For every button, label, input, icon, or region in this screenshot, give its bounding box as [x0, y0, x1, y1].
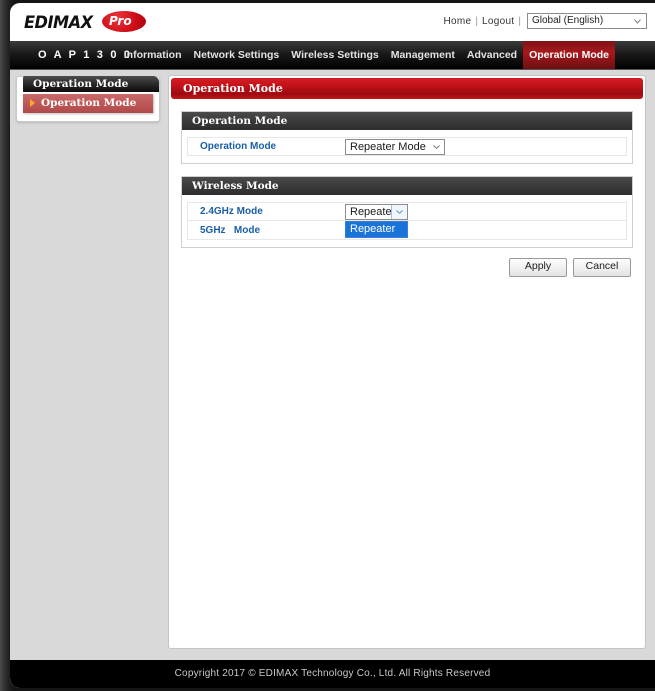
top-bar: EDIMAX Pro Home | Logout | Global (Engli…	[10, 3, 655, 41]
nav-item-network-settings[interactable]: Network Settings	[188, 41, 286, 69]
panel-wireless-mode-body: 2.4GHz Mode Repeater Repeater 5GHz Mode	[182, 195, 632, 247]
brand-name: EDIMAX	[24, 13, 93, 33]
form-actions: Apply Cancel	[181, 258, 631, 277]
wireless-24ghz-mode-select[interactable]: Repeater	[345, 203, 408, 220]
wireless-24ghz-mode-dropdown[interactable]: Repeater	[345, 220, 408, 238]
row-24ghz-mode-field: Repeater Repeater	[343, 203, 626, 238]
apply-button[interactable]: Apply	[509, 258, 567, 277]
operation-mode-select-caret[interactable]	[429, 140, 444, 154]
row-24ghz-mode: 2.4GHz Mode Repeater Repeater	[187, 202, 627, 238]
row-5ghz-mode-label: 5GHz Mode	[200, 224, 261, 236]
row-operation-mode-field: Repeater Mode	[343, 138, 626, 155]
nav-item-information[interactable]: Information	[118, 41, 188, 69]
main-navigation: O A P 1 3 0 0 Information Network Settin…	[10, 41, 655, 70]
browser-shell: EDIMAX Pro Home | Logout | Global (Engli…	[0, 0, 655, 691]
nav-items: Information Network Settings Wireless Se…	[118, 41, 615, 69]
wireless-24ghz-mode-select-caret[interactable]	[391, 204, 407, 219]
panel-operation-mode-title: Operation Mode	[182, 112, 632, 130]
nav-item-management[interactable]: Management	[385, 41, 461, 69]
row-24ghz-mode-label: 2.4GHz Mode	[200, 206, 263, 217]
top-right-links: Home | Logout | Global (English)	[441, 13, 647, 29]
page-title: Operation Mode	[171, 78, 643, 99]
nav-item-wireless-settings[interactable]: Wireless Settings	[285, 41, 384, 69]
footer-copyright: Copyright 2017 © EDIMAX Technology Co., …	[10, 660, 655, 688]
operation-mode-select[interactable]: Repeater Mode	[345, 138, 445, 155]
sidebar-item-label: Operation Mode	[41, 97, 137, 109]
arrow-right-icon	[30, 99, 35, 107]
language-select-value: Global (English)	[532, 15, 604, 26]
cancel-button[interactable]: Cancel	[573, 258, 631, 277]
sidebar-title: Operation Mode	[23, 76, 159, 92]
brand-pro-label: Pro	[109, 14, 132, 28]
content-panel: Operation Mode Operation Mode Operation …	[168, 75, 646, 649]
panel-operation-mode: Operation Mode Operation Mode Repeater M…	[181, 111, 633, 164]
nav-item-advanced[interactable]: Advanced	[461, 41, 523, 69]
dropdown-option-repeater[interactable]: Repeater	[346, 221, 407, 237]
link-separator-2: |	[518, 15, 521, 27]
panel-wireless-mode-title: Wireless Mode	[182, 177, 632, 195]
chevron-down-icon	[433, 144, 440, 149]
language-select[interactable]: Global (English)	[527, 13, 647, 29]
panel-operation-mode-body: Operation Mode Repeater Mode	[182, 130, 632, 163]
brand-pro-badge: Pro	[102, 11, 146, 32]
nav-item-operation-mode[interactable]: Operation Mode	[523, 41, 615, 69]
home-link[interactable]: Home	[441, 16, 475, 27]
wireless-24ghz-mode-select-value: Repeater	[350, 205, 396, 218]
panel-wireless-mode: Wireless Mode 2.4GHz Mode Repeater Repea…	[181, 176, 633, 248]
chevron-down-icon	[396, 209, 403, 214]
chevron-down-icon	[634, 19, 641, 24]
page-body: EDIMAX Pro Home | Logout | Global (Engli…	[10, 3, 655, 688]
logout-link[interactable]: Logout	[479, 16, 517, 27]
operation-mode-select-value: Repeater Mode	[350, 140, 426, 153]
sidebar-item-operation-mode[interactable]: Operation Mode	[23, 94, 153, 113]
edimax-pro-logo[interactable]: EDIMAX Pro	[24, 10, 154, 34]
row-operation-mode-label: Operation Mode	[200, 141, 277, 152]
row-operation-mode: Operation Mode Repeater Mode	[187, 137, 627, 156]
sidebar: Operation Mode Operation Mode	[16, 76, 160, 122]
